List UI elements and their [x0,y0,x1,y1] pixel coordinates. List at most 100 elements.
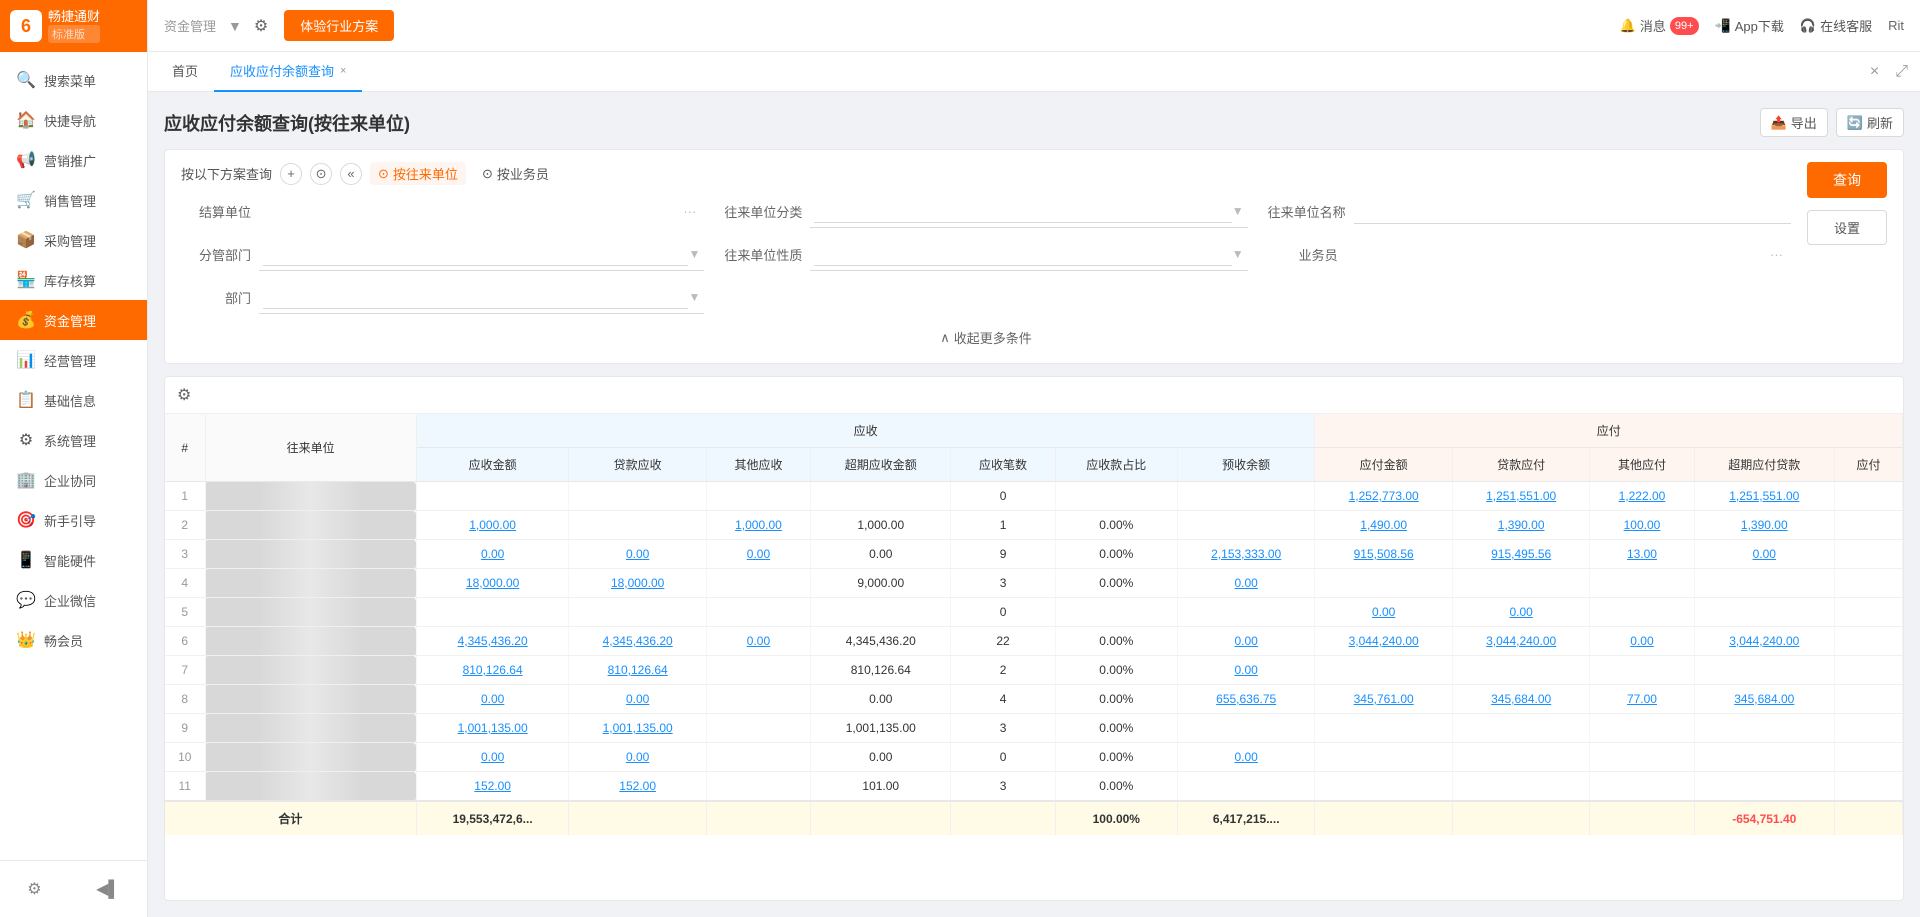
trial-button[interactable]: 体验行业方案 [284,10,394,41]
app-download-label: App下载 [1735,16,1784,35]
scheme-by-salesperson[interactable]: ⊙ 按业务员 [474,162,557,185]
page-header: 应收应付余额查询(按往来单位) 📤 导出 🔄 刷新 [164,108,1904,137]
online-service-button[interactable]: 🎧 在线客服 [1800,16,1872,35]
window-expand-button[interactable]: ⤢ [1891,59,1912,85]
header-gear-icon[interactable]: ⚙ [254,16,268,36]
tab-close-icon[interactable]: × [340,65,346,77]
sidebar-item-search-menu[interactable]: 🔍 搜索菜单 [0,60,147,100]
notification-count: 99+ [1670,17,1699,35]
user-menu-button[interactable]: Rit [1888,18,1904,33]
footer-label: 合计 [165,801,416,835]
sidebar-item-weixin[interactable]: 💬 企业微信 [0,580,147,620]
app-edition: 标准版 [48,25,100,43]
partner-name-input[interactable] [1354,200,1791,224]
partner-nature-label: 往来单位性质 [724,245,802,264]
th-other-ap: 其他应付 [1590,448,1694,482]
filter-scheme-label: 按以下方案查询 [181,164,272,183]
collapse-chevron-icon: ∧ [940,330,950,346]
window-close-button[interactable]: × [1866,59,1883,85]
scheme-salesperson-label: 按业务员 [497,164,549,183]
guide-icon: 🎯 [16,510,36,530]
add-scheme-button[interactable]: + [280,163,302,185]
export-button[interactable]: 📤 导出 [1760,108,1828,137]
th-ar-count: 应收笔数 [951,448,1055,482]
th-loan-ar: 贷款应收 [569,448,706,482]
sidebar-item-label: 营销推广 [44,151,96,170]
partner-nature-dropdown-icon: ▼ [1232,247,1244,261]
th-partner: 往来单位 [205,414,416,482]
sidebar: 6 畅捷通财 标准版 🔍 搜索菜单 🏠 快捷导航 📢 营销推广 🛒 销售管理 📦… [0,0,148,917]
sidebar-item-quick-nav[interactable]: 🏠 快捷导航 [0,100,147,140]
salesperson-input[interactable]: ··· [1346,247,1791,262]
row-index: 6 [165,627,205,656]
collapse-filter-button[interactable]: ∧ 收起更多条件 [181,324,1791,351]
partner-nature-select[interactable]: ▼ [810,238,1247,271]
department-select[interactable]: ▼ [259,281,704,314]
sidebar-item-finance[interactable]: 💰 资金管理 [0,300,147,340]
scheme-partner-label: 按往来单位 [393,164,458,183]
tab-home[interactable]: 首页 [156,52,214,92]
partner-nature-input[interactable] [814,242,1231,266]
footer-ar-total: 19,553,472,6... [416,801,569,835]
filter-settings-button[interactable]: 设置 [1807,210,1887,245]
sidebar-menu: 🔍 搜索菜单 🏠 快捷导航 📢 营销推广 🛒 销售管理 📦 采购管理 🏪 库存核… [0,52,147,860]
app-download-button[interactable]: 📲 App下载 [1715,16,1784,35]
sidebar-settings-button[interactable]: ⚙ [11,871,57,907]
table-settings-icon[interactable]: ⚙ [177,385,191,405]
user-name: Rit [1888,18,1904,33]
scheme-collapse-button[interactable]: « [340,163,362,185]
th-ap-amount: 应付金额 [1315,448,1452,482]
dept-input[interactable] [263,242,688,266]
sidebar-footer: ⚙ ◀▌ [0,860,147,917]
sidebar-item-label: 企业微信 [44,591,96,610]
app-logo-icon: 6 [10,10,42,42]
sidebar-item-label: 库存核算 [44,271,96,290]
sidebar-item-system[interactable]: ⚙ 系统管理 [0,420,147,460]
weixin-icon: 💬 [16,590,36,610]
header-actions: 🔔 消息 99+ 📲 App下载 🎧 在线客服 Rit [1620,16,1904,35]
dept-select[interactable]: ▼ [259,238,704,271]
partner-category-select[interactable]: ▼ [810,195,1247,228]
tab-ar-ap-query[interactable]: 应收应付余额查询 × [214,52,362,92]
basic-info-icon: 📋 [16,390,36,410]
partner-category-input[interactable] [814,199,1231,223]
sidebar-item-operations[interactable]: 📊 经营管理 [0,340,147,380]
row-index: 11 [165,772,205,802]
th-index: # [165,414,205,482]
page-content: 应收应付余额查询(按往来单位) 📤 导出 🔄 刷新 按以下方案查询 [148,92,1920,917]
filter-action-col: 查询 设置 [1807,162,1887,245]
row-index: 2 [165,511,205,540]
th-other-ar: 其他应收 [706,448,810,482]
online-service-label: 在线客服 [1820,16,1872,35]
data-table[interactable]: # 往来单位 应收 应付 应收金额 贷款应收 其他应收 超期应收金额 应收笔数 [165,414,1903,900]
table-row: 9██████1,001,135.001,001,135.001,001,135… [165,714,1903,743]
table-row: 10██████0.000.000.0000.00%0.00 [165,743,1903,772]
nav-dropdown-button[interactable]: ▼ [228,18,242,34]
sidebar-item-basic-info[interactable]: 📋 基础信息 [0,380,147,420]
scheme-by-partner[interactable]: ⊙ 按往来单位 [370,162,466,185]
notification-button[interactable]: 🔔 消息 99+ [1620,16,1699,35]
query-button[interactable]: 查询 [1807,162,1887,198]
refresh-button[interactable]: 🔄 刷新 [1836,108,1904,137]
settlement-input[interactable]: ··· [259,204,704,219]
table-row: 3██████0.000.000.000.0090.00%2,153,333.0… [165,540,1903,569]
sidebar-item-inventory[interactable]: 🏪 库存核算 [0,260,147,300]
sidebar-item-member[interactable]: 👑 畅会员 [0,620,147,660]
collapse-filter-label: 收起更多条件 [954,328,1032,347]
sidebar-item-sales[interactable]: 🛒 销售管理 [0,180,147,220]
sidebar-item-guide[interactable]: 🎯 新手引导 [0,500,147,540]
main-area: 首页 应收应付余额查询 × × ⤢ 应收应付余额查询(按往来单位) 📤 导出 🔄… [148,52,1920,917]
table-row: 4██████18,000.0018,000.009,000.0030.00%0… [165,569,1903,598]
table-row: 8██████0.000.000.0040.00%655,636.75345,7… [165,685,1903,714]
scheme-salesperson-icon: ⊙ [482,166,493,182]
sidebar-item-enterprise[interactable]: 🏢 企业协同 [0,460,147,500]
table-row: 5██████00.000.00 [165,598,1903,627]
sidebar-item-marketing[interactable]: 📢 营销推广 [0,140,147,180]
tab-home-label: 首页 [172,61,198,80]
department-input[interactable] [263,285,688,309]
sidebar-collapse-button[interactable]: ◀▌ [80,871,136,907]
scheme-settings-button[interactable]: ⊙ [310,163,332,185]
settlement-label: 结算单位 [181,202,251,221]
sidebar-item-purchase[interactable]: 📦 采购管理 [0,220,147,260]
sidebar-item-smart-hw[interactable]: 📱 智能硬件 [0,540,147,580]
